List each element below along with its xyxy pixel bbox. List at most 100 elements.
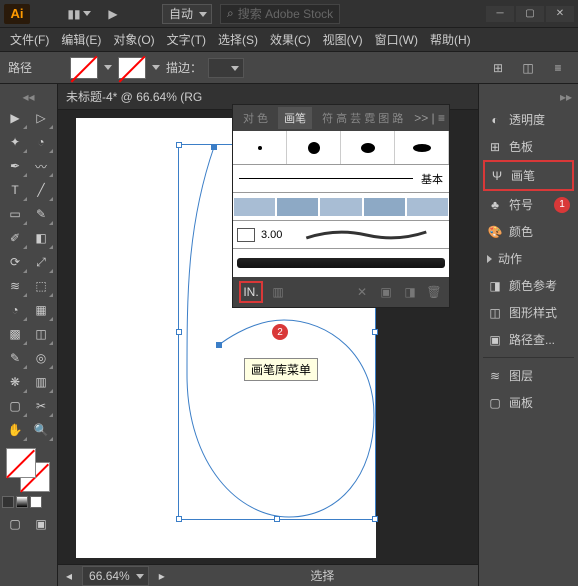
maximize-button[interactable]: ▢ bbox=[516, 6, 544, 22]
curvature-tool[interactable]: 〰 bbox=[28, 154, 54, 178]
paintbrush-tool[interactable]: ✎ bbox=[28, 202, 54, 226]
panel-color[interactable]: 🎨颜色 bbox=[483, 218, 574, 245]
mesh-tool[interactable]: ▩ bbox=[2, 322, 28, 346]
pattern-brush[interactable] bbox=[233, 193, 449, 221]
fill-swatch[interactable] bbox=[70, 57, 98, 79]
panel-brushes[interactable]: Ψ画笔 bbox=[483, 160, 574, 191]
screen-mode-normal[interactable]: ▢ bbox=[2, 512, 28, 536]
color-mode-icon[interactable] bbox=[2, 496, 14, 508]
brushes-panel: 对 色 画笔 符 高 芸 霓 图 路 >> | ≡ 基本 3.00 IN. ▥ … bbox=[232, 104, 450, 308]
menu-effect[interactable]: 效果(C) bbox=[264, 28, 317, 51]
pen-tool[interactable]: ✒ bbox=[2, 154, 28, 178]
panel-swatches[interactable]: ⊞色板 bbox=[483, 133, 574, 160]
libraries-icon[interactable]: ▥ bbox=[269, 284, 287, 300]
gradient-mode-icon[interactable] bbox=[16, 496, 28, 508]
panel-pathfinder[interactable]: ▣路径查... bbox=[483, 326, 574, 353]
search-input[interactable]: ⌕搜索 Adobe Stock bbox=[220, 4, 340, 24]
rectangle-tool[interactable]: ▭ bbox=[2, 202, 28, 226]
panel-symbols[interactable]: ♣符号1 bbox=[483, 191, 574, 218]
blend-tool[interactable]: ◎ bbox=[28, 346, 54, 370]
menu-bar: 文件(F) 编辑(E) 对象(O) 文字(T) 选择(S) 效果(C) 视图(V… bbox=[0, 28, 578, 52]
screen-mode-toggle[interactable]: ▣ bbox=[28, 512, 54, 536]
column-graph-tool[interactable]: ▥ bbox=[28, 370, 54, 394]
nav-left-icon[interactable]: ◂ bbox=[66, 569, 72, 583]
menu-type[interactable]: 文字(T) bbox=[161, 28, 212, 51]
layout-button-1[interactable]: ▮▮ bbox=[64, 4, 94, 24]
direct-selection-tool[interactable]: ▷ bbox=[28, 106, 54, 130]
remove-stroke-icon[interactable]: ✕ bbox=[353, 284, 371, 300]
rotate-tool[interactable]: ⟳ bbox=[2, 250, 28, 274]
path-label: 路径 bbox=[8, 59, 32, 76]
badge-1: 1 bbox=[554, 197, 570, 213]
shaper-tool[interactable]: ✐ bbox=[2, 226, 28, 250]
artboards-icon: ▢ bbox=[487, 395, 503, 411]
hand-tool[interactable]: ✋ bbox=[2, 418, 28, 442]
perspective-grid-tool[interactable]: ▦ bbox=[28, 298, 54, 322]
panel-graphic-styles[interactable]: ◫图形样式 bbox=[483, 299, 574, 326]
close-button[interactable]: ✕ bbox=[546, 6, 574, 22]
status-bar: ◂ 66.64% ▸ 选择 bbox=[58, 564, 478, 586]
stroke-weight-dropdown[interactable] bbox=[208, 58, 244, 78]
stroke-swatch[interactable] bbox=[118, 57, 146, 79]
nav-right-icon[interactable]: ▸ bbox=[159, 569, 165, 583]
stroke-label: 描边： bbox=[166, 59, 202, 76]
selection-tool[interactable]: ▶ bbox=[2, 106, 28, 130]
eraser-tool[interactable]: ◧ bbox=[28, 226, 54, 250]
menu-view[interactable]: 视图(V) bbox=[317, 28, 369, 51]
type-tool[interactable]: T bbox=[2, 178, 28, 202]
panel-layers[interactable]: ≋图层 bbox=[483, 362, 574, 389]
panel-artboards[interactable]: ▢画板 bbox=[483, 389, 574, 416]
free-transform-tool[interactable]: ⬚ bbox=[28, 274, 54, 298]
tab-inactive-2[interactable]: 符 高 芸 霓 图 路 bbox=[316, 107, 409, 129]
align-icon[interactable]: ⊞ bbox=[486, 58, 510, 78]
triangle-icon bbox=[487, 255, 492, 263]
status-select-label: 选择 bbox=[310, 567, 334, 584]
options-of-selected-icon[interactable]: ▣ bbox=[377, 284, 395, 300]
options-icon[interactable]: ≡ bbox=[546, 58, 570, 78]
zoom-tool[interactable]: 🔍 bbox=[28, 418, 54, 442]
width-tool[interactable]: ≋ bbox=[2, 274, 28, 298]
menu-select[interactable]: 选择(S) bbox=[212, 28, 264, 51]
menu-file[interactable]: 文件(F) bbox=[4, 28, 55, 51]
pathfinder-icon: ▣ bbox=[487, 332, 503, 348]
transform-icon[interactable]: ◫ bbox=[516, 58, 540, 78]
calligraphic-brushes-row[interactable] bbox=[233, 131, 449, 165]
tab-inactive-1[interactable]: 对 色 bbox=[237, 107, 274, 129]
tab-brushes[interactable]: 画笔 bbox=[278, 107, 312, 129]
menu-help[interactable]: 帮助(H) bbox=[424, 28, 477, 51]
eyedropper-tool[interactable]: ✎ bbox=[2, 346, 28, 370]
magic-wand-tool[interactable]: ✦ bbox=[2, 130, 28, 154]
gradient-tool[interactable]: ◫ bbox=[28, 322, 54, 346]
fill-dropdown-icon[interactable] bbox=[104, 65, 112, 70]
new-brush-icon[interactable]: ◨ bbox=[401, 284, 419, 300]
slice-tool[interactable]: ✂ bbox=[28, 394, 54, 418]
brush-library-menu-button[interactable]: IN. bbox=[239, 281, 263, 303]
symbol-sprayer-tool[interactable]: ❋ bbox=[2, 370, 28, 394]
charcoal-brush[interactable] bbox=[233, 249, 449, 277]
title-bar: Ai ▮▮ ▶ 自动 ⌕搜索 Adobe Stock ─ ▢ ✕ bbox=[0, 0, 578, 28]
artboard-tool[interactable]: ▢ bbox=[2, 394, 28, 418]
panel-color-guide[interactable]: ◨颜色参考 bbox=[483, 272, 574, 299]
minimize-button[interactable]: ─ bbox=[486, 6, 514, 22]
basic-brush[interactable]: 基本 bbox=[233, 165, 449, 193]
fill-stroke-swatches[interactable] bbox=[2, 448, 55, 492]
shape-builder-tool[interactable]: ◔ bbox=[2, 298, 28, 322]
auto-dropdown[interactable]: 自动 bbox=[162, 4, 212, 24]
tooltip: 画笔库菜单 bbox=[244, 358, 318, 381]
line-segment-tool[interactable]: ╱ bbox=[28, 178, 54, 202]
menu-object[interactable]: 对象(O) bbox=[107, 28, 160, 51]
panel-menu-icon[interactable]: >> | ≡ bbox=[414, 111, 445, 125]
stroke-dropdown-icon[interactable] bbox=[152, 65, 160, 70]
menu-window[interactable]: 窗口(W) bbox=[369, 28, 424, 51]
none-mode-icon[interactable] bbox=[30, 496, 42, 508]
lasso-tool[interactable]: ◔ bbox=[28, 130, 54, 154]
panel-transparency[interactable]: ◐透明度 bbox=[483, 106, 574, 133]
stroke-brush[interactable]: 3.00 bbox=[233, 221, 449, 249]
panel-actions[interactable]: 动作 bbox=[483, 245, 574, 272]
scale-tool[interactable]: ⤢ bbox=[28, 250, 54, 274]
menu-edit[interactable]: 编辑(E) bbox=[55, 28, 107, 51]
layout-button-2[interactable]: ▶ bbox=[98, 4, 128, 24]
zoom-dropdown[interactable]: 66.64% bbox=[82, 566, 149, 586]
delete-brush-icon[interactable]: 🗑 bbox=[425, 284, 443, 300]
app-logo: Ai bbox=[4, 4, 30, 24]
